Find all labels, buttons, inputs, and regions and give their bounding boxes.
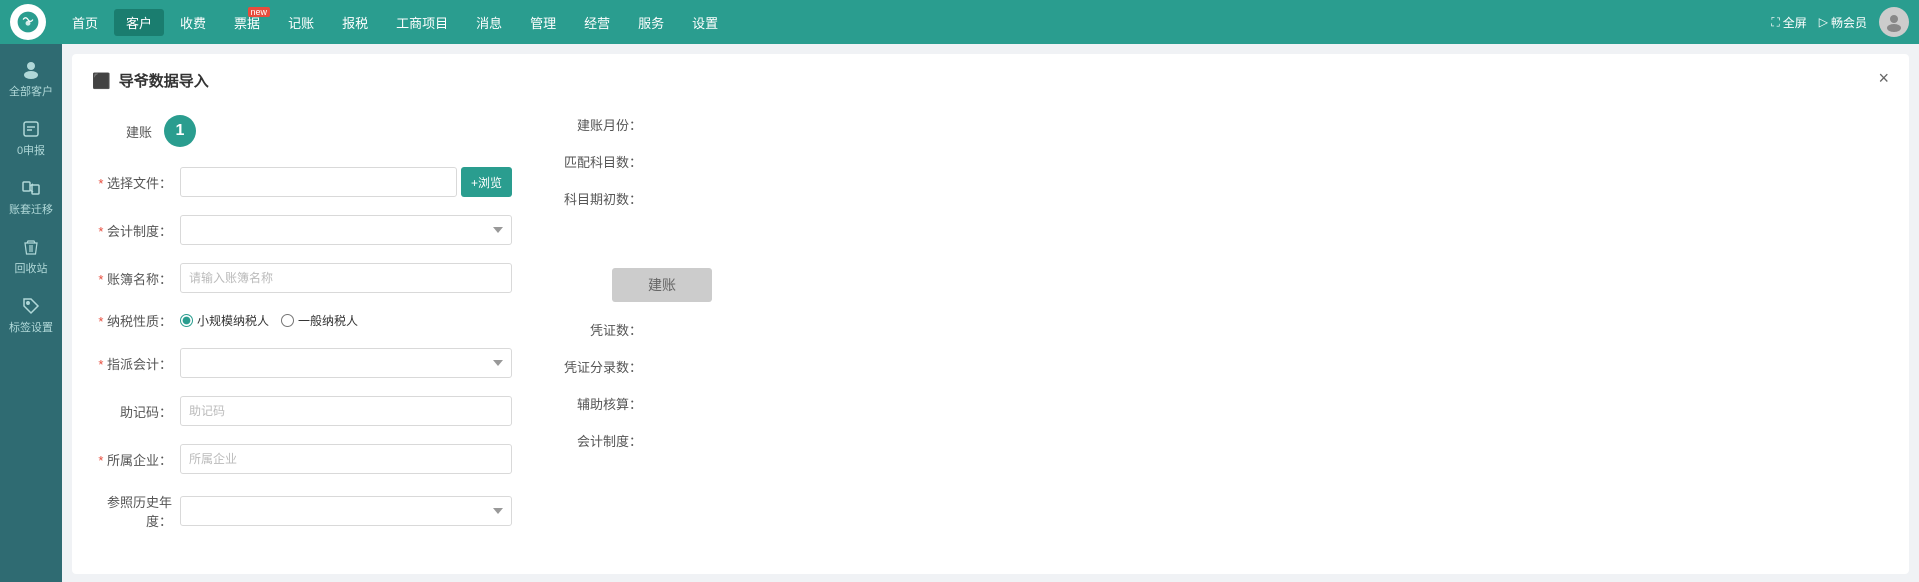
panel: ⬛ 导爷数据导入 × 建账 1 * 选择文件：	[72, 54, 1909, 574]
topnav: 首页 客户 收费 票据 new 记账 报税 工商项目 消息 管理 经营 服务 设…	[0, 0, 1919, 44]
right-account-system-label: 会计制度：	[552, 431, 642, 450]
right-account-system-row: 会计制度：	[552, 431, 772, 450]
tax-type-row: * 纳税性质： 小规模纳税人 一般纳税人	[92, 311, 512, 330]
form-right: 建账月份： 匹配科目数： 科目期初数： 建账	[512, 115, 772, 548]
import-icon: ⬛	[92, 72, 111, 90]
accountant-row: * 指派会计：	[92, 348, 512, 378]
match-subject-row: 匹配科目数：	[552, 152, 772, 171]
vip-label: 畅会员	[1831, 14, 1867, 31]
sidebar: 全部客户 0申报 账套迁移 回收站 标签设置	[0, 44, 62, 582]
sidebar-item-all-customers[interactable]: 全部客户	[0, 52, 62, 107]
nav-fee[interactable]: 收费	[168, 9, 218, 36]
assist-code-input[interactable]	[180, 396, 512, 426]
assist-code-label: 助记码：	[92, 402, 172, 421]
history-year-label: 参照历史年度：	[92, 492, 172, 530]
nav-bookkeeping[interactable]: 记账	[276, 9, 326, 36]
match-subject-label: 匹配科目数：	[552, 152, 642, 171]
nav-customer[interactable]: 客户	[114, 9, 164, 36]
nav-service[interactable]: 服务	[626, 9, 676, 36]
history-year-row: 参照历史年度：	[92, 492, 512, 530]
logo	[10, 4, 46, 40]
initial-row: 科目期初数：	[552, 189, 772, 208]
sidebar-item-trash[interactable]: 回收站	[0, 229, 62, 284]
vip-icon: ▷	[1819, 15, 1828, 29]
step-circle: 1	[164, 115, 196, 147]
voucher-row: 凭证数：	[552, 320, 772, 339]
close-button[interactable]: ×	[1878, 68, 1889, 89]
sidebar-item-transfer[interactable]: 账套迁移	[0, 170, 62, 225]
sidebar-item-label: 账套迁移	[9, 201, 53, 217]
account-system-select[interactable]	[180, 215, 512, 245]
company-label: * 所属企业：	[92, 450, 172, 469]
ledger-name-row: * 账簿名称：	[92, 263, 512, 293]
form-container: 建账 1 * 选择文件： +浏览	[92, 115, 1889, 548]
step-label: 建账	[92, 122, 152, 141]
nav-settings[interactable]: 设置	[680, 9, 730, 36]
accountant-select[interactable]	[180, 348, 512, 378]
nav-invoice[interactable]: 票据 new	[222, 9, 272, 36]
file-label: * 选择文件：	[92, 173, 172, 192]
voucher-label: 凭证数：	[552, 320, 642, 339]
nav-home[interactable]: 首页	[60, 9, 110, 36]
fullscreen-icon: ⛶	[1771, 15, 1779, 30]
form-left: 建账 1 * 选择文件： +浏览	[92, 115, 512, 548]
panel-header: ⬛ 导爷数据导入	[92, 70, 1889, 91]
accountant-label: * 指派会计：	[92, 354, 172, 373]
panel-title: 导爷数据导入	[119, 70, 209, 91]
month-row: 建账月份：	[552, 115, 772, 134]
topnav-right: ⛶ 全屏 ▷ 畅会员	[1771, 7, 1909, 37]
file-input-group: +浏览	[180, 167, 512, 197]
assist-code-row: 助记码：	[92, 396, 512, 426]
voucher-entries-row: 凭证分录数：	[552, 357, 772, 376]
company-row: * 所属企业：	[92, 444, 512, 474]
radio-small-taxpayer[interactable]: 小规模纳税人	[180, 312, 269, 329]
avatar[interactable]	[1879, 7, 1909, 37]
sidebar-item-declare[interactable]: 0申报	[0, 111, 62, 166]
account-system-row: * 会计制度：	[92, 215, 512, 245]
sidebar-item-tag[interactable]: 标签设置	[0, 288, 62, 343]
ledger-name-input[interactable]	[180, 263, 512, 293]
fullscreen-label: 全屏	[1783, 14, 1807, 31]
file-row: * 选择文件： +浏览	[92, 167, 512, 197]
file-input[interactable]	[180, 167, 457, 197]
build-button[interactable]: 建账	[612, 268, 712, 302]
ledger-name-label: * 账簿名称：	[92, 269, 172, 288]
tax-radio-group: 小规模纳税人 一般纳税人	[180, 312, 512, 329]
fullscreen-btn[interactable]: ⛶ 全屏	[1771, 14, 1806, 31]
step-indicator: 建账 1	[92, 115, 512, 147]
main-content: ⬛ 导爷数据导入 × 建账 1 * 选择文件：	[62, 44, 1919, 582]
layout: 全部客户 0申报 账套迁移 回收站 标签设置 ⬛ 导爷数据导入 ×	[0, 44, 1919, 582]
radio-general-taxpayer[interactable]: 一般纳税人	[281, 312, 358, 329]
aux-accounting-row: 辅助核算：	[552, 394, 772, 413]
nav-business[interactable]: 工商项目	[384, 9, 460, 36]
nav-operation[interactable]: 经营	[572, 9, 622, 36]
nav-tax[interactable]: 报税	[330, 9, 380, 36]
new-badge: new	[248, 7, 271, 17]
nav-message[interactable]: 消息	[464, 9, 514, 36]
history-year-select[interactable]	[180, 496, 512, 526]
sidebar-item-label: 标签设置	[9, 319, 53, 335]
browse-button[interactable]: +浏览	[461, 167, 512, 197]
voucher-entries-label: 凭证分录数：	[552, 357, 642, 376]
tax-type-label: * 纳税性质：	[92, 311, 172, 330]
aux-accounting-label: 辅助核算：	[552, 394, 642, 413]
month-label: 建账月份：	[552, 115, 642, 134]
build-btn-wrapper: 建账	[552, 248, 772, 302]
vip-btn[interactable]: ▷ 畅会员	[1819, 14, 1867, 31]
sidebar-item-label: 0申报	[17, 142, 45, 158]
initial-label: 科目期初数：	[552, 189, 642, 208]
nav-manage[interactable]: 管理	[518, 9, 568, 36]
sidebar-item-label: 回收站	[15, 260, 48, 276]
company-input[interactable]	[180, 444, 512, 474]
sidebar-item-label: 全部客户	[9, 83, 53, 99]
account-system-label: * 会计制度：	[92, 221, 172, 240]
